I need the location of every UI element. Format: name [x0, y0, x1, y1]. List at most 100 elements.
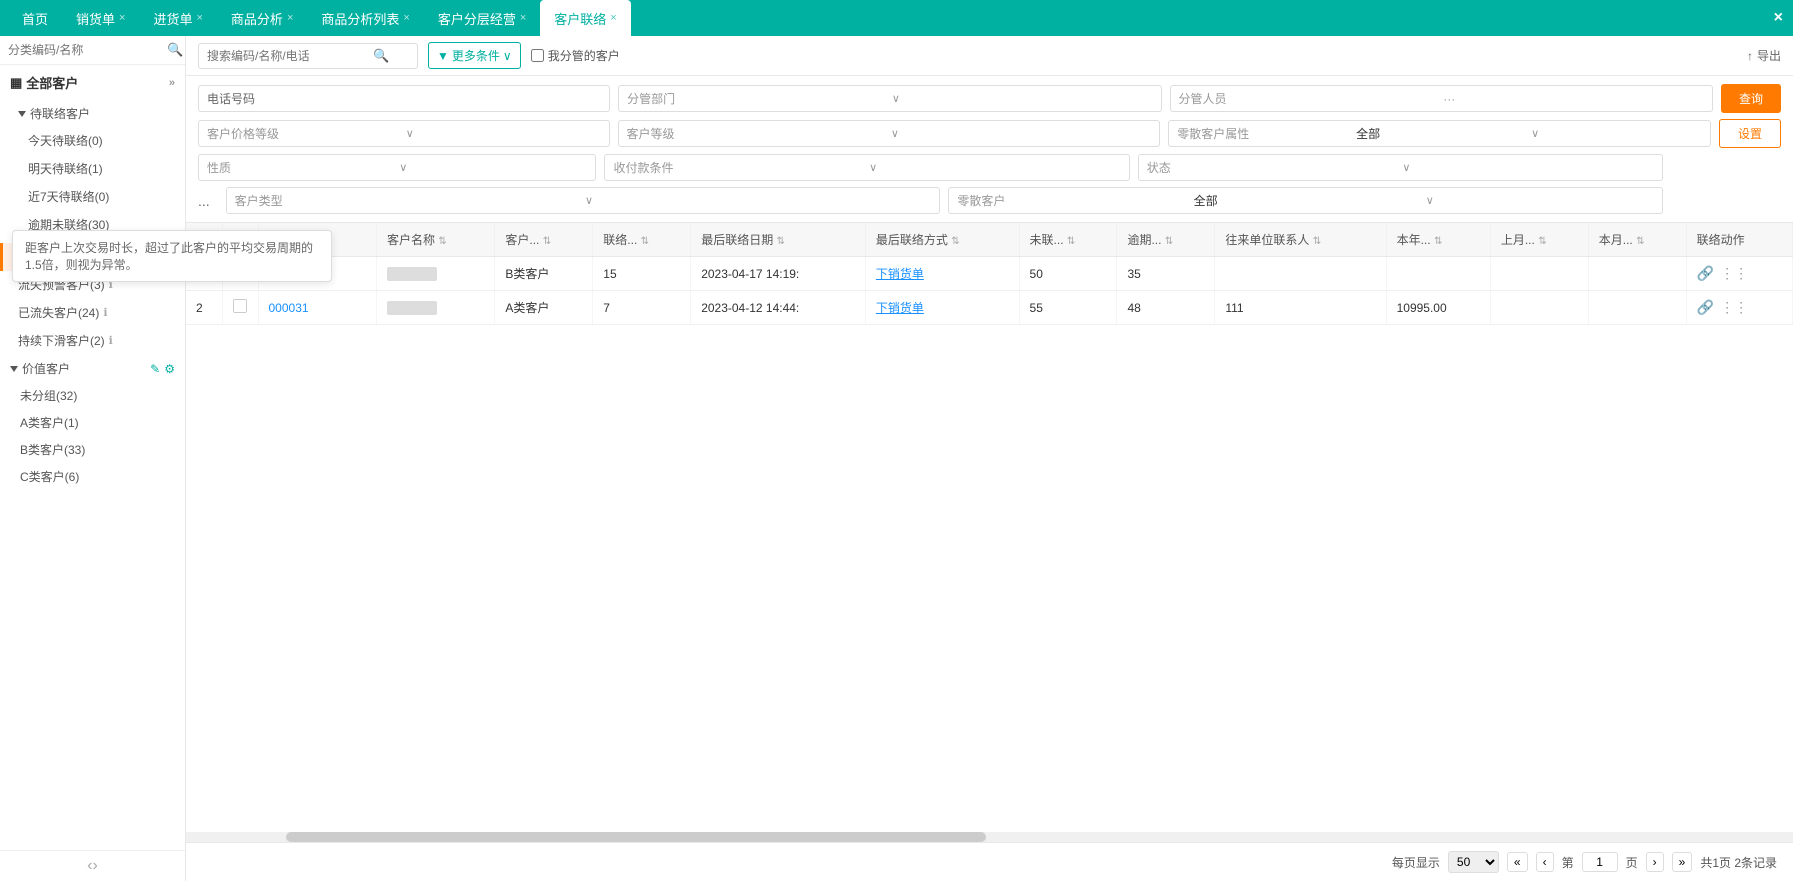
sidebar-item-churned[interactable]: 已流失客户(24) ℹ	[0, 299, 185, 327]
close-icon[interactable]: ×	[610, 12, 616, 24]
query-button[interactable]: 查询	[1721, 84, 1781, 113]
scrollbar-thumb[interactable]	[286, 832, 986, 842]
sidebar-item-class-b[interactable]: B类客户(33)	[0, 436, 185, 463]
tab-product-analysis-list[interactable]: 商品分析列表 ×	[307, 0, 423, 36]
th-contact-person[interactable]: 往来单位联系人 ⇅	[1215, 223, 1386, 257]
row-last-month	[1490, 291, 1588, 325]
sidebar-search-icon[interactable]: 🔍	[167, 42, 183, 58]
th-overdue[interactable]: 逾期... ⇅	[1117, 223, 1215, 257]
tab-customer-tier[interactable]: 客户分层经营 ×	[424, 0, 540, 36]
sort-icon[interactable]: ⇅	[1067, 236, 1075, 247]
sidebar-item-7days[interactable]: 近7天待联络(0)	[0, 183, 185, 211]
th-this-month[interactable]: 本月... ⇅	[1588, 223, 1686, 257]
menu-action-icon[interactable]: ⋮⋮	[1720, 265, 1748, 282]
close-icon[interactable]: ×	[403, 12, 409, 24]
table-header-row: 客户编码 ⇅ 客户名称 ⇅ 客户... ⇅ 联络... ⇅ 最后联络日期 ⇅ 最…	[186, 223, 1793, 257]
tab-product-analysis[interactable]: 商品分析 ×	[217, 0, 307, 36]
sort-icon[interactable]: ⇅	[1434, 236, 1442, 247]
sort-icon[interactable]: ⇅	[1538, 236, 1546, 247]
sort-icon[interactable]: ⇅	[641, 236, 649, 247]
edit-icon[interactable]: ✎	[150, 362, 160, 376]
sidebar-item-ungrouped[interactable]: 未分组(32)	[0, 382, 185, 409]
th-contact-count[interactable]: 联络... ⇅	[593, 223, 691, 257]
sidebar-item-class-a[interactable]: A类客户(1)	[0, 409, 185, 436]
th-no-contact[interactable]: 未联... ⇅	[1019, 223, 1117, 257]
th-name[interactable]: 客户名称 ⇅	[376, 223, 494, 257]
th-this-year[interactable]: 本年... ⇅	[1386, 223, 1490, 257]
payment-terms-dropdown[interactable]: 收付款条件 ∨	[604, 154, 1129, 181]
sort-icon[interactable]: ⇅	[951, 236, 959, 247]
row-code: 000031	[258, 291, 376, 325]
sidebar-item-today[interactable]: 今天待联络(0)	[0, 127, 185, 155]
pending-contact-group-header[interactable]: 待联络客户	[0, 100, 185, 127]
th-last-month[interactable]: 上月... ⇅	[1490, 223, 1588, 257]
row-checkbox[interactable]	[222, 291, 258, 325]
customer-type-dropdown[interactable]: 客户类型 ∨	[226, 187, 941, 214]
row-index: 2	[186, 291, 222, 325]
expand-icon	[10, 366, 18, 372]
retail-customer-dropdown[interactable]: 零散客户 全部 ∨	[948, 187, 1663, 214]
tab-sales-order[interactable]: 销货单 ×	[62, 0, 139, 36]
row-this-year	[1386, 257, 1490, 291]
tab-customer-contact[interactable]: 客户联络 ×	[540, 0, 630, 36]
sidebar-search-input[interactable]	[8, 43, 163, 57]
branch-person-dropdown[interactable]: 分管人员 ···	[1170, 85, 1713, 112]
settings-icon[interactable]: ⚙	[164, 362, 175, 376]
row-last-month	[1490, 257, 1588, 291]
sidebar-arrow-right[interactable]: ›	[93, 857, 98, 875]
th-last-contact-method[interactable]: 最后联络方式 ⇅	[865, 223, 1019, 257]
all-customers-header[interactable]: ▦ 全部客户 »	[0, 65, 185, 100]
page-number-input[interactable]	[1582, 852, 1618, 872]
sidebar-item-class-c[interactable]: C类客户(6)	[0, 463, 185, 490]
th-last-contact-date[interactable]: 最后联络日期 ⇅	[691, 223, 866, 257]
row-checkbox-input[interactable]	[233, 299, 247, 313]
row-this-month	[1588, 257, 1686, 291]
more-dots[interactable]: ···	[1443, 92, 1704, 106]
sort-icon[interactable]: ⇅	[1165, 236, 1173, 247]
horizontal-scrollbar[interactable]	[186, 832, 1793, 842]
prev-page-button[interactable]: ‹	[1536, 852, 1554, 872]
tab-home[interactable]: 首页	[8, 0, 62, 36]
sidebar-item-tomorrow[interactable]: 明天待联络(1)	[0, 155, 185, 183]
table-row: 1 000039 B类客户 15 2023-04-17 14:19: 下销货单 …	[186, 257, 1793, 291]
phone-input[interactable]	[261, 92, 601, 106]
close-icon[interactable]: ×	[520, 12, 526, 24]
gender-dropdown[interactable]: 性质 ∨	[198, 154, 596, 181]
window-close-button[interactable]: ×	[1774, 9, 1783, 27]
value-customers-header[interactable]: 价值客户 ✎ ⚙	[0, 355, 185, 382]
my-customers-checkbox-label[interactable]: 我分管的客户	[531, 47, 620, 64]
sort-icon[interactable]: ⇅	[1313, 236, 1321, 247]
last-page-button[interactable]: »	[1672, 852, 1693, 872]
price-level-dropdown[interactable]: 客户价格等级 ∨	[198, 120, 610, 147]
row-last-contact-method[interactable]: 下销货单	[865, 257, 1019, 291]
th-customer-type[interactable]: 客户... ⇅	[495, 223, 593, 257]
page-size-select[interactable]: 50 20 100	[1448, 851, 1499, 873]
row-last-contact-method[interactable]: 下销货单	[865, 291, 1019, 325]
link-action-icon[interactable]: 🔗	[1697, 265, 1714, 282]
search-input[interactable]	[207, 49, 367, 63]
collapse-icon[interactable]: »	[169, 77, 175, 89]
next-page-button[interactable]: ›	[1646, 852, 1664, 872]
menu-action-icon[interactable]: ⋮⋮	[1720, 299, 1748, 316]
my-customers-checkbox[interactable]	[531, 49, 544, 62]
link-action-icon[interactable]: 🔗	[1697, 299, 1714, 316]
sort-icon[interactable]: ⇅	[543, 236, 551, 247]
retail-attr-dropdown[interactable]: 零散客户属性 全部 ∨	[1168, 120, 1711, 147]
close-icon[interactable]: ×	[196, 12, 202, 24]
tab-purchase-order[interactable]: 进货单 ×	[139, 0, 216, 36]
branch-dept-dropdown[interactable]: 分管部门 ∨	[618, 85, 1161, 112]
settings-button[interactable]: 设置	[1719, 119, 1781, 148]
close-icon[interactable]: ×	[119, 12, 125, 24]
sidebar-item-declining[interactable]: 持续下滑客户(2) ℹ	[0, 327, 185, 355]
export-button[interactable]: ↑ 导出	[1747, 47, 1781, 64]
first-page-button[interactable]: «	[1507, 852, 1528, 872]
sort-icon[interactable]: ⇅	[1636, 236, 1644, 247]
more-conditions-button[interactable]: ▼ 更多条件 ∨	[428, 42, 521, 69]
search-icon[interactable]: 🔍	[373, 48, 389, 64]
more-options-dots[interactable]: ...	[198, 193, 210, 209]
sort-icon[interactable]: ⇅	[777, 236, 785, 247]
sort-icon[interactable]: ⇅	[438, 236, 446, 247]
status-dropdown[interactable]: 状态 ∨	[1138, 154, 1663, 181]
close-icon[interactable]: ×	[287, 12, 293, 24]
customer-level-dropdown[interactable]: 客户等级 ∨	[618, 120, 1161, 147]
